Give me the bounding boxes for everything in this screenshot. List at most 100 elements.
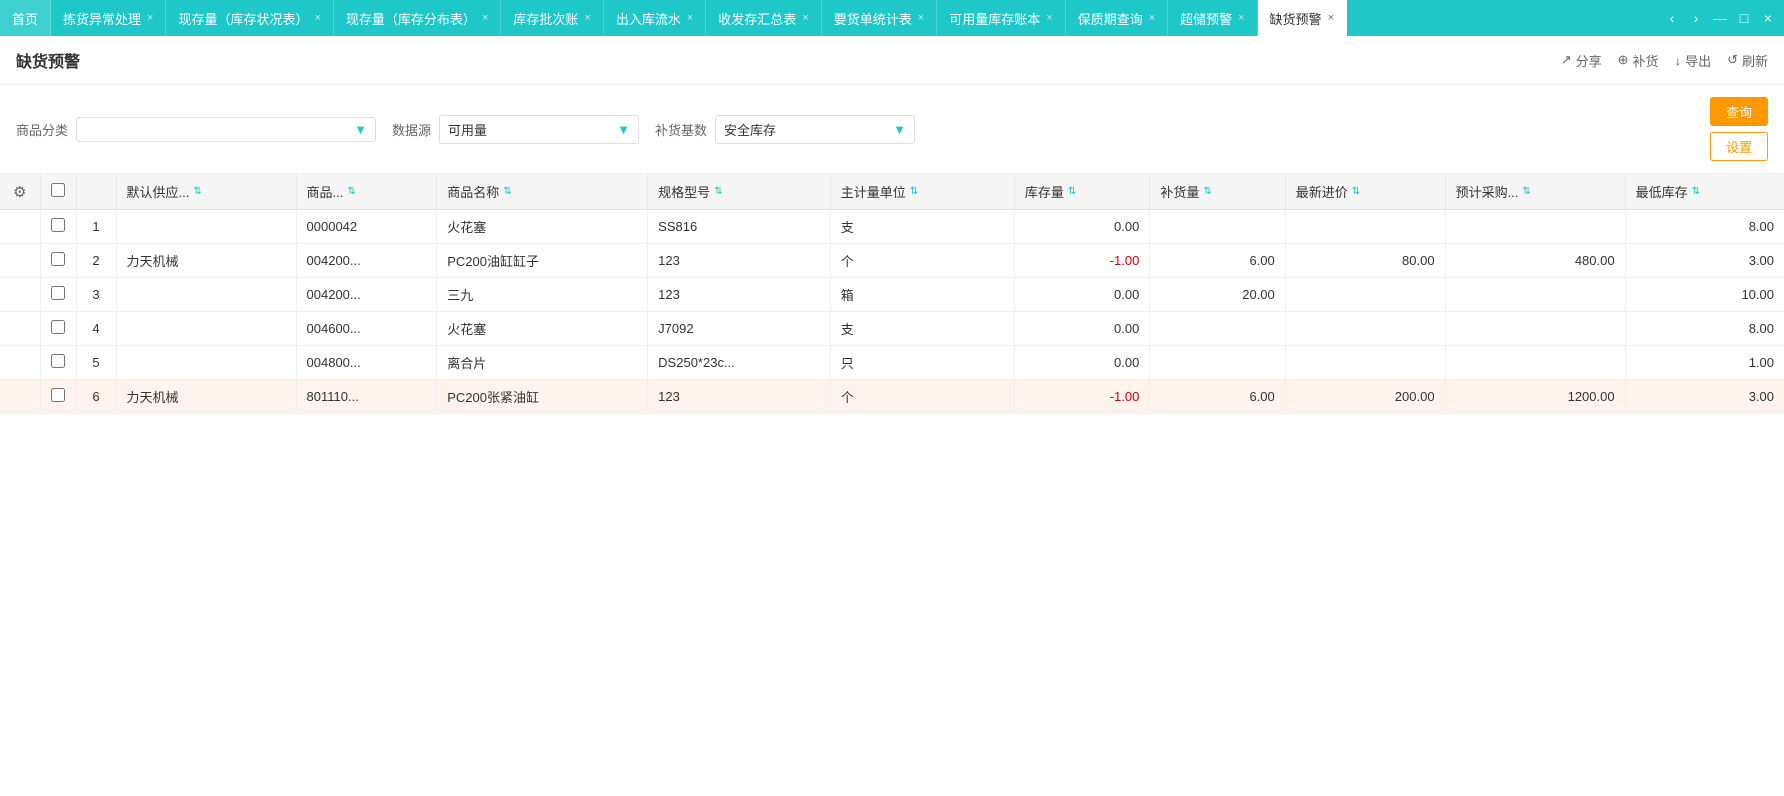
window-maximize-button[interactable]: □ (1732, 6, 1756, 30)
spec-sort-icon: ⇅ (714, 186, 722, 197)
row-stock-0: 0.00 (1014, 210, 1149, 244)
filter-action-buttons: 查询 设置 (1710, 97, 1768, 161)
tab-item-5[interactable]: 出入库流水× (604, 0, 706, 36)
share-icon: ↗ (1561, 52, 1572, 68)
min-stock-sort-icon: ⇅ (1692, 186, 1700, 197)
th-checkbox (40, 174, 76, 210)
row-goods-code-0: 0000042 (296, 210, 437, 244)
tab-close-3[interactable]: × (482, 12, 488, 24)
tab-item-6[interactable]: 收发存汇总表× (706, 0, 821, 36)
export-button[interactable]: ↓ 导出 (1675, 51, 1712, 70)
est-purchase-sort-icon: ⇅ (1522, 186, 1530, 197)
row-settings-3 (0, 312, 40, 346)
th-min-stock: 最低库存 ⇅ (1625, 174, 1784, 210)
datasource-select[interactable]: 可用量 ▼ (439, 115, 639, 144)
tab-item-4[interactable]: 库存批次账× (501, 0, 603, 36)
tab-close-5[interactable]: × (687, 12, 693, 24)
share-button[interactable]: ↗ 分享 (1561, 51, 1602, 70)
tab-close-11[interactable]: × (1328, 12, 1334, 24)
th-replenish: 补货量 ⇅ (1150, 174, 1285, 210)
row-est-purchase-2 (1445, 278, 1625, 312)
tab-close-1[interactable]: × (147, 12, 153, 24)
datasource-dropdown-icon: ▼ (617, 122, 630, 137)
min-stock-sort[interactable]: 最低库存 ⇅ (1636, 182, 1774, 201)
tab-bar: 首页拣货异常处理×现存量（库存状况表）×现存量（库存分布表）×库存批次账×出入库… (0, 0, 1784, 36)
row-unit-5: 个 (830, 380, 1014, 414)
row-checkbox-0[interactable] (51, 218, 65, 232)
spec-sort[interactable]: 规格型号 ⇅ (658, 182, 820, 201)
goods-code-sort-icon: ⇅ (347, 186, 355, 197)
tab-prev-button[interactable]: ‹ (1660, 6, 1684, 30)
th-goods-code: 商品... ⇅ (296, 174, 437, 210)
tab-next-button[interactable]: › (1684, 6, 1708, 30)
row-spec-1: 123 (648, 244, 831, 278)
tab-item-8[interactable]: 可用量库存账本× (937, 0, 1065, 36)
supplier-sort-icon: ⇅ (193, 186, 201, 197)
row-checkbox-5[interactable] (51, 388, 65, 402)
latest-price-sort-icon: ⇅ (1352, 186, 1360, 197)
tab-item-3[interactable]: 现存量（库存分布表）× (334, 0, 501, 36)
tab-close-8[interactable]: × (1046, 12, 1052, 24)
row-unit-2: 箱 (830, 278, 1014, 312)
row-supplier-1: 力天机械 (116, 244, 296, 278)
tab-item-11[interactable]: 缺货预警× (1258, 0, 1347, 36)
row-unit-1: 个 (830, 244, 1014, 278)
window-close-button[interactable]: × (1756, 6, 1780, 30)
row-stock-4: 0.00 (1014, 346, 1149, 380)
tab-close-6[interactable]: × (802, 12, 808, 24)
replenish-base-select[interactable]: 安全库存 ▼ (715, 115, 915, 144)
export-icon: ↓ (1675, 53, 1682, 68)
row-replenish-2: 20.00 (1150, 278, 1285, 312)
tab-close-2[interactable]: × (314, 12, 320, 24)
th-num (76, 174, 116, 210)
tab-item-2[interactable]: 现存量（库存状况表）× (166, 0, 333, 36)
tab-close-10[interactable]: × (1238, 12, 1244, 24)
replenish-sort-icon: ⇅ (1203, 186, 1211, 197)
row-checkbox-2[interactable] (51, 286, 65, 300)
row-goods-code-5: 801110... (296, 380, 437, 414)
category-select[interactable]: ▼ (76, 117, 376, 142)
tab-close-9[interactable]: × (1149, 12, 1155, 24)
row-stock-5: -1.00 (1014, 380, 1149, 414)
select-all-checkbox[interactable] (51, 183, 65, 197)
row-spec-0: SS816 (648, 210, 831, 244)
tab-item-0[interactable]: 首页 (0, 0, 51, 36)
settings-button[interactable]: 设置 (1710, 132, 1768, 161)
row-replenish-3 (1150, 312, 1285, 346)
goods-name-sort[interactable]: 商品名称 ⇅ (447, 182, 637, 201)
row-goods-name-0: 火花塞 (437, 210, 648, 244)
tab-close-4[interactable]: × (584, 12, 590, 24)
stock-sort[interactable]: 库存量 ⇅ (1025, 182, 1139, 201)
supplier-sort[interactable]: 默认供应... ⇅ (127, 182, 286, 201)
latest-price-sort[interactable]: 最新进价 ⇅ (1296, 182, 1435, 201)
row-min-stock-4: 1.00 (1625, 346, 1784, 380)
category-label: 商品分类 (16, 120, 68, 139)
goods-code-sort[interactable]: 商品... ⇅ (307, 182, 427, 201)
table-row: 4004600...火花塞J7092支0.008.00 (0, 312, 1784, 346)
page-header: 缺货预警 ↗ 分享 ⊕ 补货 ↓ 导出 ↺ 刷新 (0, 36, 1784, 85)
refresh-button[interactable]: ↺ 刷新 (1727, 51, 1768, 70)
replenish-button[interactable]: ⊕ 补货 (1618, 51, 1659, 70)
tab-close-7[interactable]: × (918, 12, 924, 24)
table-row: 2力天机械004200...PC200油缸缸子123个-1.006.0080.0… (0, 244, 1784, 278)
th-spec: 规格型号 ⇅ (648, 174, 831, 210)
row-supplier-4 (116, 346, 296, 380)
th-unit: 主计量单位 ⇅ (830, 174, 1014, 210)
tab-item-7[interactable]: 要货单统计表× (822, 0, 937, 36)
tab-item-9[interactable]: 保质期查询× (1066, 0, 1168, 36)
row-replenish-4 (1150, 346, 1285, 380)
window-minimize-button[interactable]: — (1708, 6, 1732, 30)
row-checkbox-3[interactable] (51, 320, 65, 334)
row-num-4: 5 (76, 346, 116, 380)
tab-item-1[interactable]: 拣货异常处理× (51, 0, 166, 36)
tab-item-10[interactable]: 超储预警× (1168, 0, 1257, 36)
row-checkbox-4[interactable] (51, 354, 65, 368)
row-checkbox-1[interactable] (51, 252, 65, 266)
unit-sort[interactable]: 主计量单位 ⇅ (841, 182, 1004, 201)
est-purchase-sort[interactable]: 预计采购... ⇅ (1456, 182, 1615, 201)
settings-gear-icon[interactable]: ⚙ (13, 184, 26, 201)
row-min-stock-2: 10.00 (1625, 278, 1784, 312)
replenish-sort[interactable]: 补货量 ⇅ (1160, 182, 1274, 201)
row-checkbox-cell-4 (40, 346, 76, 380)
query-button[interactable]: 查询 (1710, 97, 1768, 126)
